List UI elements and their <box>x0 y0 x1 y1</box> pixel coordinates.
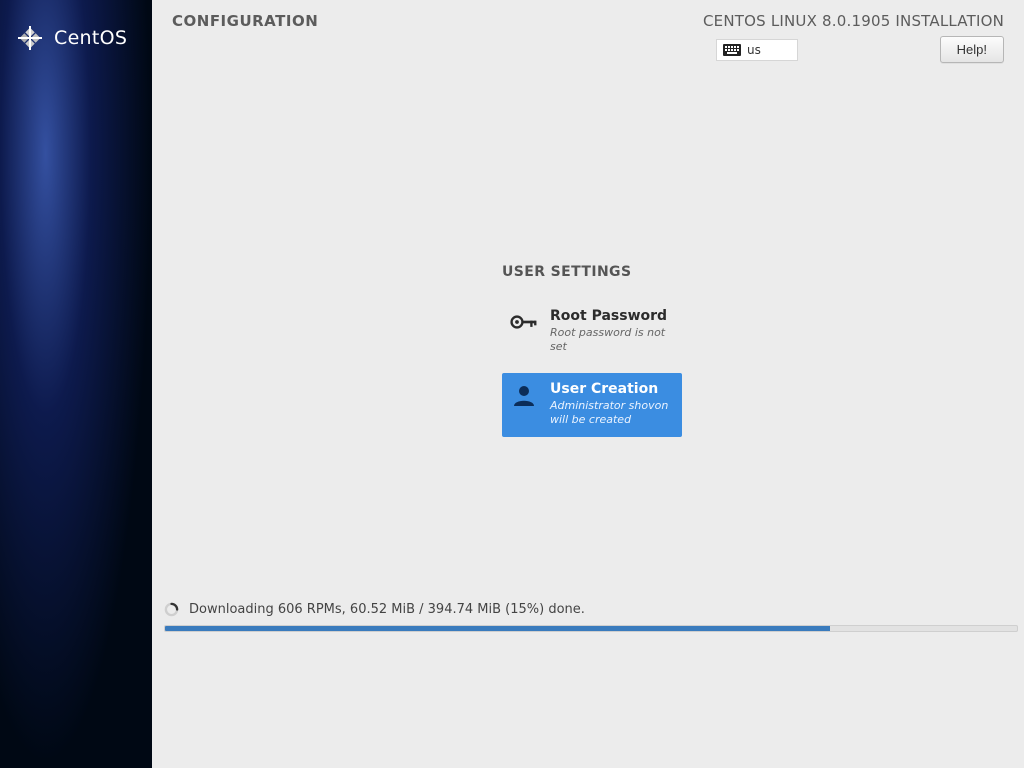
topbar-right: CENTOS LINUX 8.0.1905 INSTALLATION <box>703 12 1004 63</box>
progress-fill <box>165 626 830 631</box>
centos-logo-icon <box>14 22 46 54</box>
page-title: CONFIGURATION <box>172 12 318 30</box>
installer-root: CentOS CONFIGURATION CENTOS LINUX 8.0.19… <box>0 0 1024 768</box>
user-icon <box>510 381 538 409</box>
keyboard-icon <box>723 43 741 57</box>
progress-text: Downloading 606 RPMs, 60.52 MiB / 394.74… <box>189 602 585 617</box>
progress-row: Downloading 606 RPMs, 60.52 MiB / 394.74… <box>164 602 1018 617</box>
topbar-right-row: us Help! <box>716 36 1004 63</box>
user-settings-heading: USER SETTINGS <box>502 264 842 280</box>
user-creation-title: User Creation <box>550 381 674 397</box>
progress-area: Downloading 606 RPMs, 60.52 MiB / 394.74… <box>164 602 1018 632</box>
user-creation-spoke[interactable]: User Creation Administrator shovon will … <box>502 373 682 438</box>
content-area: USER SETTINGS Root Password Root <box>152 72 1024 768</box>
sidebar: CentOS <box>0 0 152 768</box>
user-settings-section: USER SETTINGS Root Password Root <box>502 264 842 445</box>
root-password-spoke[interactable]: Root Password Root password is not set <box>502 300 682 365</box>
keyboard-layout-indicator[interactable]: us <box>716 39 798 61</box>
root-password-status: Root password is not set <box>550 326 674 355</box>
user-creation-texts: User Creation Administrator shovon will … <box>550 381 674 428</box>
user-creation-status: Administrator shovon will be created <box>550 399 674 428</box>
keyboard-layout-label: us <box>747 43 761 57</box>
root-password-title: Root Password <box>550 308 674 324</box>
topbar: CONFIGURATION CENTOS LINUX 8.0.1905 INST… <box>152 0 1024 72</box>
root-password-texts: Root Password Root password is not set <box>550 308 674 355</box>
progress-bar <box>164 625 1018 632</box>
main-panel: CONFIGURATION CENTOS LINUX 8.0.1905 INST… <box>152 0 1024 768</box>
sidebar-brand-text: CentOS <box>54 27 127 49</box>
spinner-icon <box>164 602 179 617</box>
sidebar-logo: CentOS <box>0 0 152 76</box>
help-button[interactable]: Help! <box>940 36 1004 63</box>
key-icon <box>510 308 538 336</box>
installer-title: CENTOS LINUX 8.0.1905 INSTALLATION <box>703 12 1004 30</box>
